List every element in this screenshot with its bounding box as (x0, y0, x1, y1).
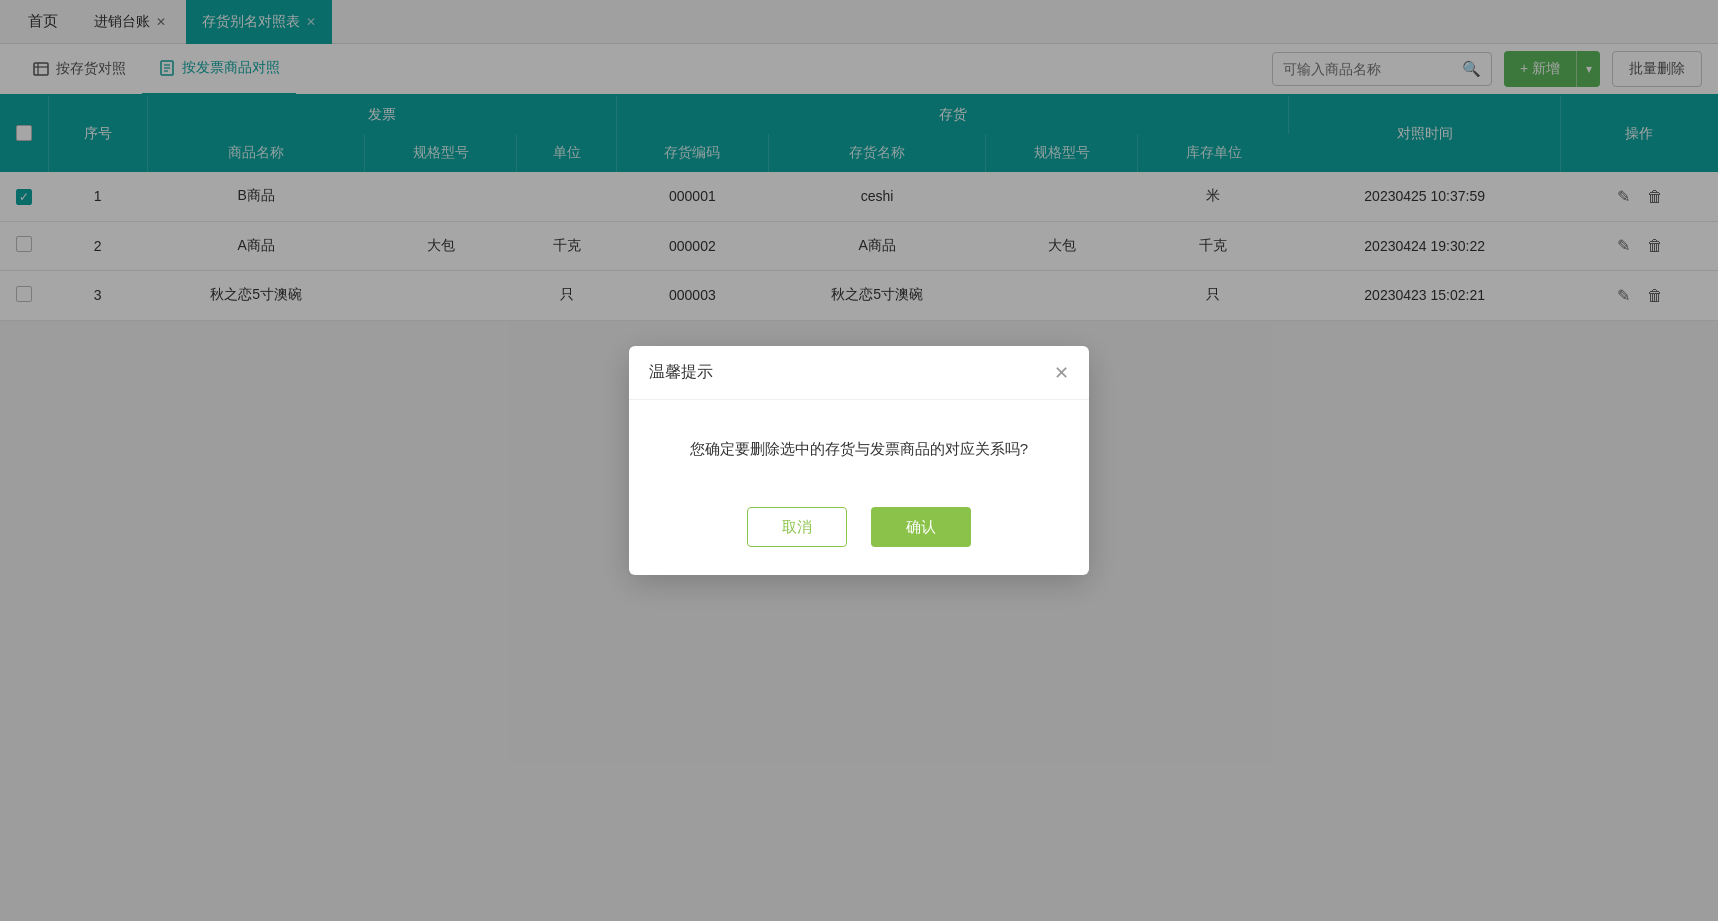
dialog-overlay: 温馨提示 ✕ 您确定要删除选中的存货与发票商品的对应关系吗? 取消 确认 (0, 0, 1718, 321)
